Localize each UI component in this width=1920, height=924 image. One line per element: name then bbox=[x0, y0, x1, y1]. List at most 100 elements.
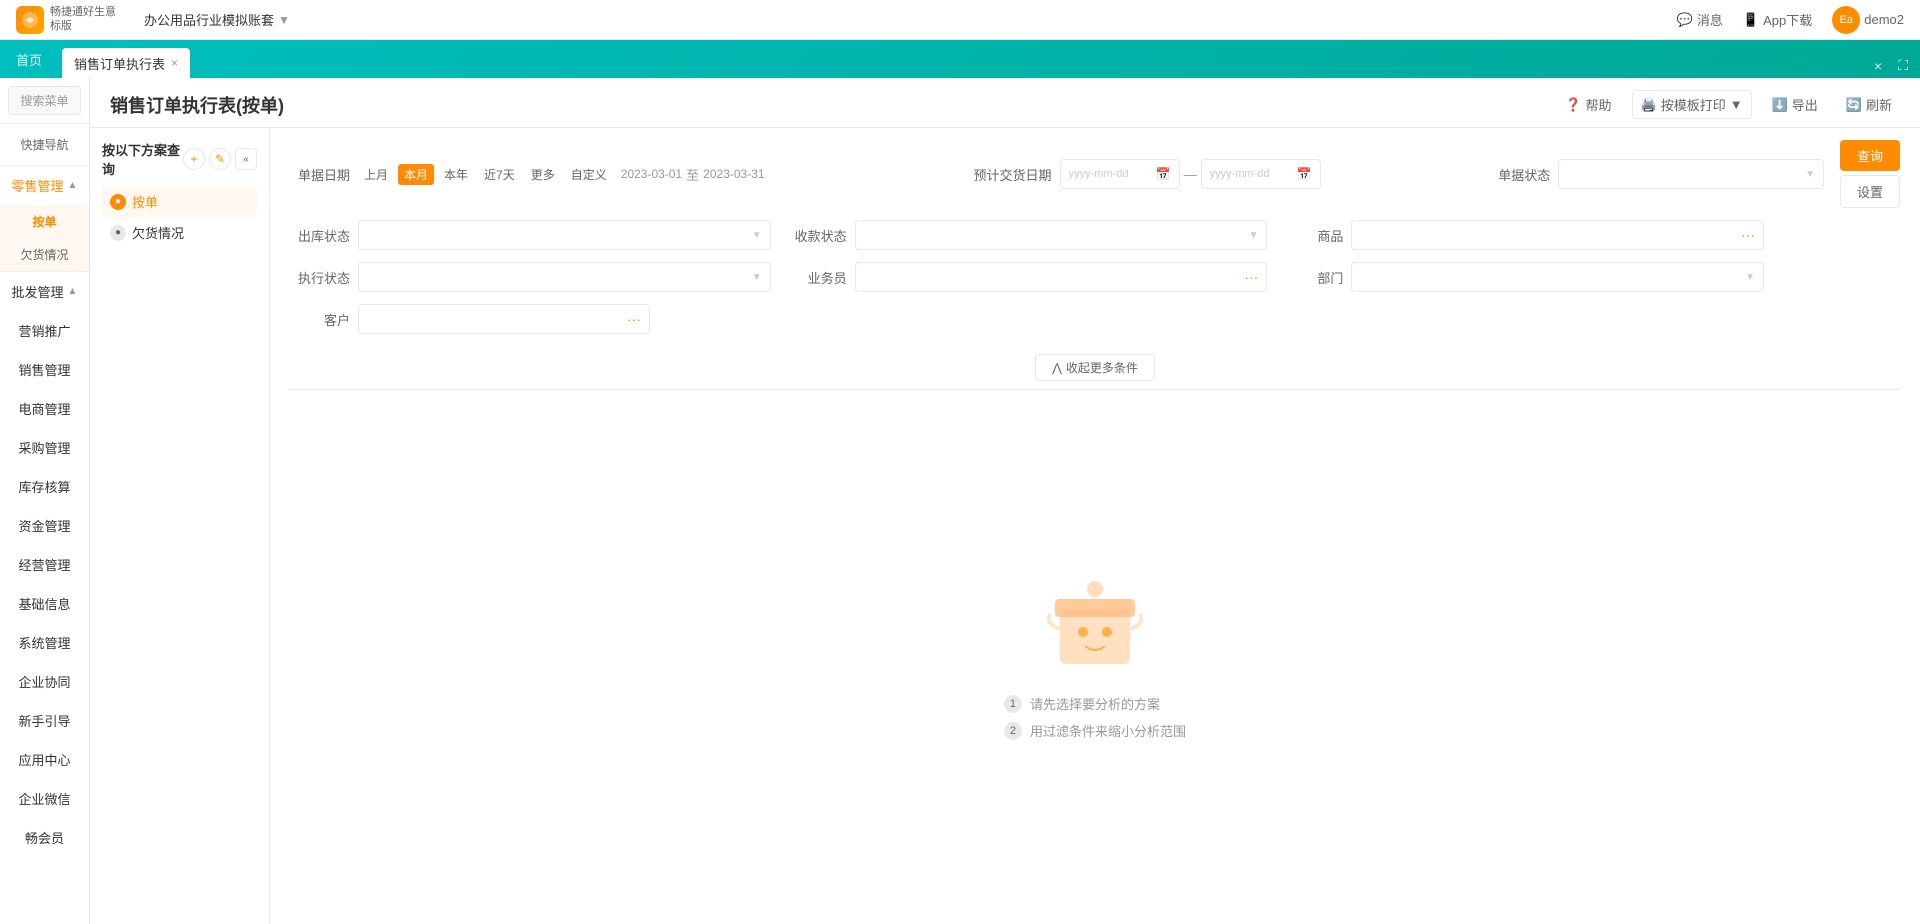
goods-group: 商品 ··· bbox=[1283, 220, 1764, 250]
empty-hint-1: 1 请先选择要分析的方案 bbox=[1004, 694, 1186, 713]
date-range-separator-text: 至 bbox=[686, 165, 699, 184]
date-shortcuts: 上月 本月 本年 近7天 更多 自定义 bbox=[358, 164, 613, 185]
sidebar-item-basic-info[interactable]: 基础信息 bbox=[0, 584, 89, 623]
add-scheme-button[interactable]: + bbox=[183, 148, 205, 170]
date-shortcut-last-month[interactable]: 上月 bbox=[358, 164, 394, 185]
sidebar-item-ecommerce[interactable]: 电商管理 bbox=[0, 389, 89, 428]
tab-sales-order[interactable]: 销售订单执行表 × bbox=[62, 48, 190, 78]
hint-num-2: 2 bbox=[1004, 722, 1022, 740]
sidebar-item-retail[interactable]: 零售管理 ▲ bbox=[0, 166, 89, 205]
out-status-select[interactable]: ▼ bbox=[358, 220, 771, 250]
date-range-start-text: 2023-03-01 bbox=[621, 167, 682, 181]
salesperson-label: 业务员 bbox=[787, 268, 847, 287]
dept-dropdown-icon: ▼ bbox=[1745, 272, 1755, 283]
goods-select[interactable]: ··· bbox=[1351, 220, 1764, 250]
tab-home[interactable]: 首页 bbox=[0, 40, 58, 78]
sidebar-item-marketing[interactable]: 营销推广 bbox=[0, 311, 89, 350]
empty-text-container: 1 请先选择要分析的方案 2 用过滤条件来缩小分析范围 bbox=[1004, 694, 1186, 740]
help-icon: ❓ bbox=[1565, 97, 1581, 113]
header-left: 畅捷通好生意 标版 办公用品行业模拟账套 ▼ bbox=[16, 6, 290, 34]
filter-section: 单据日期 上月 本月 本年 近7天 更多 自定义 2023-03-01 bbox=[270, 128, 1920, 390]
message-button[interactable]: 💬 消息 bbox=[1677, 10, 1723, 29]
salesperson-group: 业务员 ··· bbox=[787, 262, 1268, 292]
sidebar-item-wholesale[interactable]: 批发管理 ▲ bbox=[0, 272, 89, 311]
left-filter-title: 按以下方案查询 bbox=[102, 140, 183, 178]
sidebar-item-app-center[interactable]: 应用中心 bbox=[0, 740, 89, 779]
download-icon: 📱 bbox=[1743, 12, 1759, 28]
sidebar-item-inventory[interactable]: 库存核算 bbox=[0, 467, 89, 506]
left-filter-actions: + ✎ « bbox=[183, 148, 257, 170]
user-menu[interactable]: Ea demo2 bbox=[1832, 6, 1904, 34]
logo-text: 畅捷通好生意 标版 bbox=[50, 6, 116, 32]
expected-date-start-input[interactable]: yyyy-mm-dd 📅 bbox=[1060, 159, 1180, 189]
submenu-item-backorder[interactable]: 欠货情况 bbox=[0, 238, 89, 271]
page-header: 销售订单执行表(按单) ❓ 帮助 🖨️ 按模板打印 ▼ ⬇️ 导出 🔄 刷新 bbox=[90, 78, 1920, 128]
top-header: 畅捷通好生意 标版 办公用品行业模拟账套 ▼ 💬 消息 📱 App下载 Ea d… bbox=[0, 0, 1920, 40]
scheme-item-by-order[interactable]: ● 按单 bbox=[102, 186, 257, 217]
date-shortcut-7days[interactable]: 近7天 bbox=[478, 164, 521, 185]
sidebar-item-enterprise-wechat[interactable]: 企业微信 bbox=[0, 779, 89, 818]
edit-scheme-button[interactable]: ✎ bbox=[209, 148, 231, 170]
collapse-up-icon: ⋀ bbox=[1052, 361, 1062, 375]
sidebar-item-sales[interactable]: 销售管理 bbox=[0, 350, 89, 389]
date-shortcut-this-year[interactable]: 本年 bbox=[438, 164, 474, 185]
print-template-button[interactable]: 🖨️ 按模板打印 ▼ bbox=[1632, 90, 1752, 119]
search-menu-button[interactable]: 搜索菜单 bbox=[8, 86, 81, 115]
breadcrumb-text: 办公用品行业模拟账套 bbox=[144, 10, 274, 29]
date-shortcut-custom[interactable]: 自定义 bbox=[565, 164, 613, 185]
scheme-item-backorder[interactable]: ● 欠货情况 bbox=[102, 217, 257, 248]
salesperson-select[interactable]: ··· bbox=[855, 262, 1268, 292]
sidebar-item-enterprise-collab[interactable]: 企业协同 bbox=[0, 662, 89, 701]
app-download-button[interactable]: 📱 App下载 bbox=[1743, 10, 1812, 29]
sidebar-item-member[interactable]: 畅会员 bbox=[0, 818, 89, 857]
sidebar-item-finance[interactable]: 资金管理 bbox=[0, 506, 89, 545]
payment-status-group: 收款状态 ▼ bbox=[787, 220, 1268, 250]
tab-close-icon[interactable]: × bbox=[171, 56, 178, 70]
content-area: 销售订单执行表(按单) ❓ 帮助 🖨️ 按模板打印 ▼ ⬇️ 导出 🔄 刷新 bbox=[90, 78, 1920, 924]
settings-button[interactable]: 设置 bbox=[1840, 175, 1900, 208]
expected-date-group: 预计交货日期 yyyy-mm-dd 📅 — yyyy-mm-dd 📅 bbox=[974, 159, 1475, 189]
submenu-item-by-order[interactable]: 按单 bbox=[0, 205, 89, 238]
date-range-end-text: 2023-03-31 bbox=[703, 167, 764, 181]
help-button[interactable]: ❓ 帮助 bbox=[1557, 91, 1619, 118]
wholesale-arrow-icon: ▲ bbox=[68, 286, 78, 297]
breadcrumb[interactable]: 办公用品行业模拟账套 ▼ bbox=[144, 10, 290, 29]
empty-state: 1 请先选择要分析的方案 2 用过滤条件来缩小分析范围 bbox=[270, 390, 1920, 924]
main-layout: 搜索菜单 快捷导航 零售管理 ▲ 按单 欠货情况 批发管理 ▲ 营销推广 销售管… bbox=[0, 78, 1920, 924]
window-close-icon[interactable]: × bbox=[1870, 54, 1886, 78]
sidebar-item-system[interactable]: 系统管理 bbox=[0, 623, 89, 662]
dept-select[interactable]: ▼ bbox=[1351, 262, 1764, 292]
sidebar-item-purchase[interactable]: 采购管理 bbox=[0, 428, 89, 467]
header-right: 💬 消息 📱 App下载 Ea demo2 bbox=[1677, 6, 1904, 34]
customer-select[interactable]: ··· bbox=[358, 304, 650, 334]
logo-area: 畅捷通好生意 标版 bbox=[16, 6, 116, 34]
expected-date-end-input[interactable]: yyyy-mm-dd 📅 bbox=[1201, 159, 1321, 189]
customer-dots-icon[interactable]: ··· bbox=[627, 311, 641, 327]
quicknav-button[interactable]: 快捷导航 bbox=[8, 132, 81, 157]
sidebar-item-newbie[interactable]: 新手引导 bbox=[0, 701, 89, 740]
export-button[interactable]: ⬇️ 导出 bbox=[1764, 91, 1826, 118]
order-status-select[interactable]: ▼ bbox=[1558, 159, 1824, 189]
salesperson-dots-icon[interactable]: ··· bbox=[1244, 269, 1258, 285]
retail-collapse-icon: ▲ bbox=[68, 180, 78, 191]
customer-group: 客户 ··· bbox=[290, 304, 650, 334]
sidebar-quicknav: 快捷导航 bbox=[0, 124, 89, 166]
exec-status-select[interactable]: ▼ bbox=[358, 262, 771, 292]
retail-submenu: 按单 欠货情况 bbox=[0, 205, 89, 271]
date-shortcut-more[interactable]: 更多 bbox=[525, 164, 561, 185]
goods-select-dots-icon[interactable]: ··· bbox=[1741, 227, 1755, 243]
sidebar-section-retail: 零售管理 ▲ 按单 欠货情况 bbox=[0, 166, 89, 272]
sidebar-item-operations[interactable]: 经营管理 bbox=[0, 545, 89, 584]
collapse-more-button[interactable]: ⋀ 收起更多条件 bbox=[1035, 354, 1155, 381]
print-icon: 🖨️ bbox=[1641, 97, 1657, 113]
date-shortcut-this-month[interactable]: 本月 bbox=[398, 164, 434, 185]
order-status-label: 单据状态 bbox=[1490, 165, 1550, 184]
window-maximize-icon[interactable]: ⛶ bbox=[1894, 53, 1912, 78]
collapse-filter-button[interactable]: « bbox=[235, 148, 257, 170]
out-status-label: 出库状态 bbox=[290, 226, 350, 245]
logo-icon bbox=[16, 6, 44, 34]
collapse-bar: ⋀ 收起更多条件 bbox=[290, 346, 1900, 390]
query-button[interactable]: 查询 bbox=[1840, 140, 1900, 171]
refresh-button[interactable]: 🔄 刷新 bbox=[1838, 91, 1900, 118]
payment-status-select[interactable]: ▼ bbox=[855, 220, 1268, 250]
